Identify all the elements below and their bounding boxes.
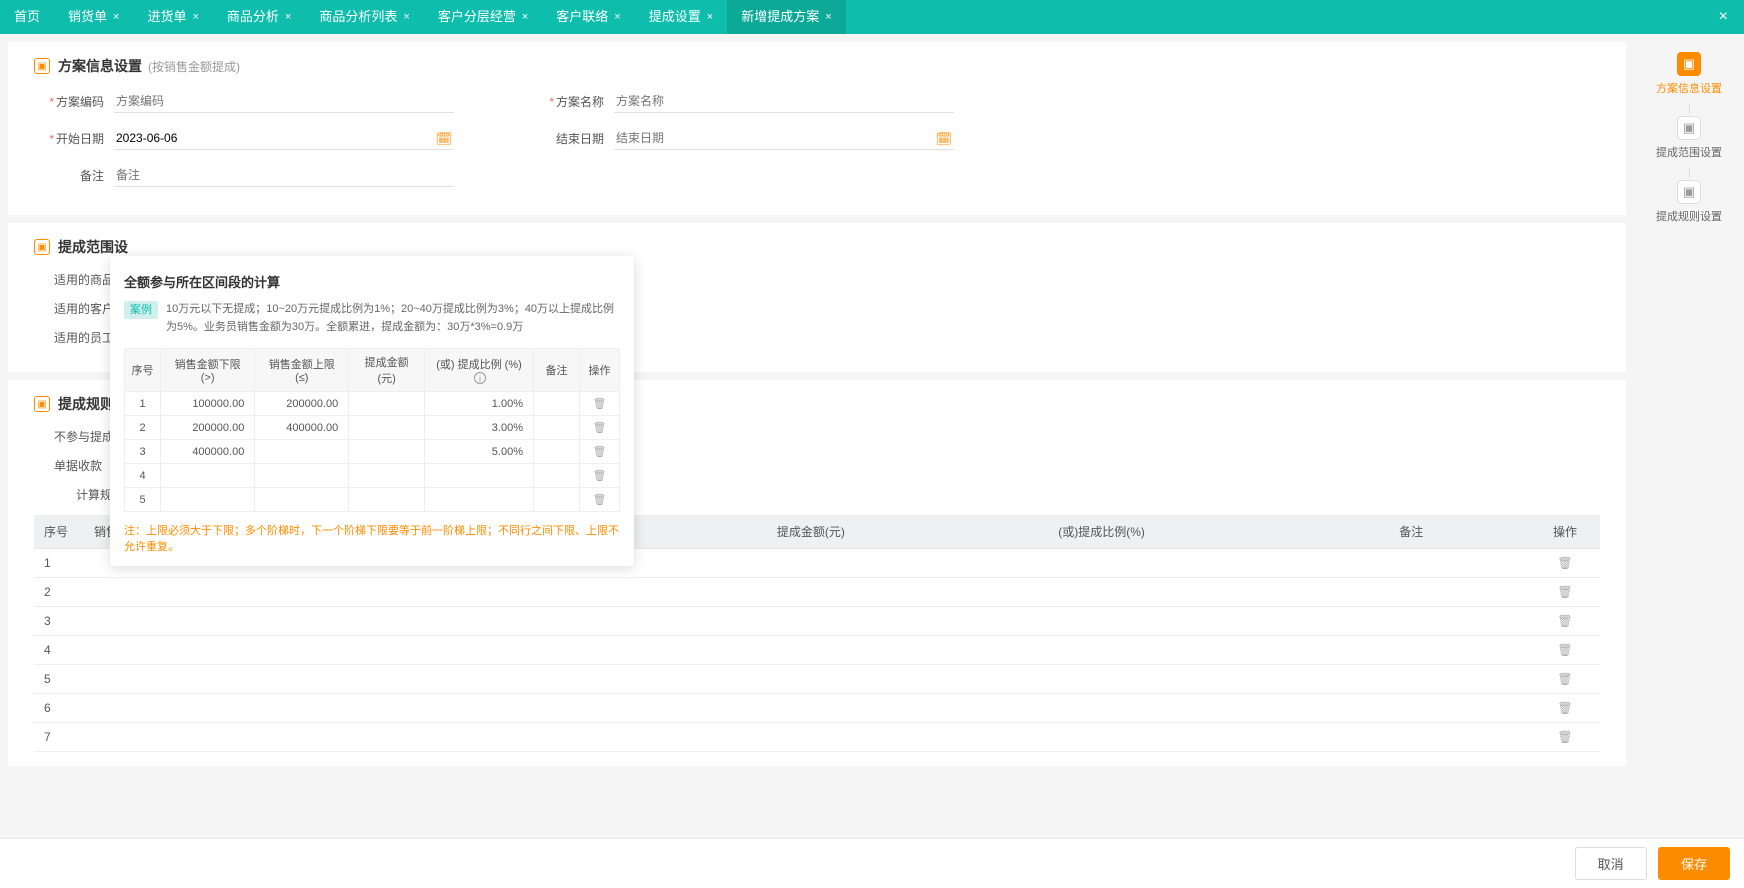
close-icon[interactable]: × [192, 0, 198, 34]
table-row[interactable]: 7🗑 [34, 723, 1600, 752]
code-input[interactable] [114, 90, 454, 113]
close-all-icon[interactable]: × [1711, 0, 1736, 34]
step-icon: ▣ [1677, 52, 1701, 76]
panel-title: 提成范围设 [58, 237, 128, 257]
table-row: 4🗑 [125, 464, 620, 488]
tab-sales[interactable]: 销货单× [54, 0, 133, 34]
side-step-info[interactable]: ▣ 方案信息设置 [1640, 52, 1738, 96]
info-icon: i [474, 372, 486, 384]
delete-icon[interactable]: 🗑 [593, 422, 607, 434]
remark-input[interactable] [114, 164, 454, 187]
table-row: 1100000.00200000.001.00%🗑 [125, 392, 620, 416]
delete-icon[interactable]: 🗑 [593, 494, 607, 506]
side-nav: ▣ 方案信息设置 ▣ 提成范围设置 ▣ 提成规则设置 [1634, 34, 1744, 834]
tab-new-commission[interactable]: 新增提成方案× [727, 0, 845, 34]
col-remark: 备注 [1389, 515, 1530, 549]
delete-icon[interactable]: 🗑 [593, 398, 607, 410]
section-icon: ▣ [34, 239, 50, 255]
side-step-rule[interactable]: ▣ 提成规则设置 [1640, 180, 1738, 224]
section-icon: ▣ [34, 58, 50, 74]
tab-commission-settings[interactable]: 提成设置× [635, 0, 727, 34]
panel-subtitle: (按销售金额提成) [148, 58, 240, 75]
col-ratio: (或)提成比例(%) [1048, 515, 1389, 549]
tab-goods-analysis[interactable]: 商品分析× [213, 0, 305, 34]
delete-icon[interactable]: 🗑 [1557, 585, 1572, 599]
tab-home[interactable]: 首页 [0, 0, 54, 34]
panel-info: ▣ 方案信息设置 (按销售金额提成) *方案编码 *方案名称 *开始日期 [8, 42, 1626, 215]
name-label: *方案名称 [534, 93, 614, 110]
end-date-label: 结束日期 [534, 130, 614, 147]
close-icon[interactable]: × [285, 0, 291, 34]
table-row: 5🗑 [125, 488, 620, 512]
tooltip-table: 序号 销售金额下限 (>) 销售金额上限 (≤) 提成金额 (元) (或) 提成… [124, 348, 620, 512]
code-label: *方案编码 [34, 93, 114, 110]
start-date-label: *开始日期 [34, 130, 114, 147]
tab-customer-tier[interactable]: 客户分层经营× [424, 0, 542, 34]
footer-bar: 取消 保存 [0, 838, 1744, 888]
side-step-scope[interactable]: ▣ 提成范围设置 [1640, 116, 1738, 160]
tooltip-title: 全额参与所在区间段的计算 [124, 272, 620, 291]
tab-purchase[interactable]: 进货单× [133, 0, 212, 34]
step-icon: ▣ [1677, 116, 1701, 140]
case-text: 10万元以下无提成；10~20万元提成比例为1%；20~40万提成比例为3%；4… [166, 301, 620, 336]
table-row[interactable]: 4🗑 [34, 636, 1600, 665]
delete-icon[interactable]: 🗑 [1557, 730, 1572, 744]
cancel-button[interactable]: 取消 [1575, 847, 1647, 880]
table-row: 3400000.005.00%🗑 [125, 440, 620, 464]
start-date-input[interactable] [114, 127, 454, 150]
save-button[interactable]: 保存 [1658, 847, 1730, 880]
close-icon[interactable]: × [522, 0, 528, 34]
tab-customer-contact[interactable]: 客户联络× [542, 0, 634, 34]
name-input[interactable] [614, 90, 954, 113]
end-date-input[interactable] [614, 127, 954, 150]
delete-icon[interactable]: 🗑 [593, 446, 607, 458]
tooltip-note: 注：上限必须大于下限；多个阶梯时，下一个阶梯下限要等于前一阶梯上限；不同行之间下… [124, 522, 620, 554]
col-amount: 提成金额(元) [767, 515, 1048, 549]
delete-icon[interactable]: 🗑 [1557, 643, 1572, 657]
tab-goods-analysis-list[interactable]: 商品分析列表× [305, 0, 423, 34]
col-op: 操作 [1530, 515, 1600, 549]
close-icon[interactable]: × [825, 0, 831, 34]
panel-title: 方案信息设置 [58, 56, 142, 76]
case-tag: 案例 [124, 301, 158, 319]
table-row[interactable]: 5🗑 [34, 665, 1600, 694]
table-row: 2200000.00400000.003.00%🗑 [125, 416, 620, 440]
table-row[interactable]: 3🗑 [34, 607, 1600, 636]
tooltip-popover: 全额参与所在区间段的计算 案例 10万元以下无提成；10~20万元提成比例为1%… [110, 256, 634, 566]
close-icon[interactable]: × [707, 0, 713, 34]
remark-label: 备注 [34, 167, 114, 184]
table-row[interactable]: 6🗑 [34, 694, 1600, 723]
close-icon[interactable]: × [614, 0, 620, 34]
step-icon: ▣ [1677, 180, 1701, 204]
delete-icon[interactable]: 🗑 [1557, 614, 1572, 628]
section-icon: ▣ [34, 396, 50, 412]
table-row[interactable]: 2🗑 [34, 578, 1600, 607]
close-icon[interactable]: × [113, 0, 119, 34]
delete-icon[interactable]: 🗑 [593, 470, 607, 482]
delete-icon[interactable]: 🗑 [1557, 556, 1572, 570]
close-icon[interactable]: × [403, 0, 409, 34]
col-seq: 序号 [34, 515, 84, 549]
tabs-bar: 首页 销货单× 进货单× 商品分析× 商品分析列表× 客户分层经营× 客户联络×… [0, 0, 1744, 34]
delete-icon[interactable]: 🗑 [1557, 701, 1572, 715]
delete-icon[interactable]: 🗑 [1557, 672, 1572, 686]
